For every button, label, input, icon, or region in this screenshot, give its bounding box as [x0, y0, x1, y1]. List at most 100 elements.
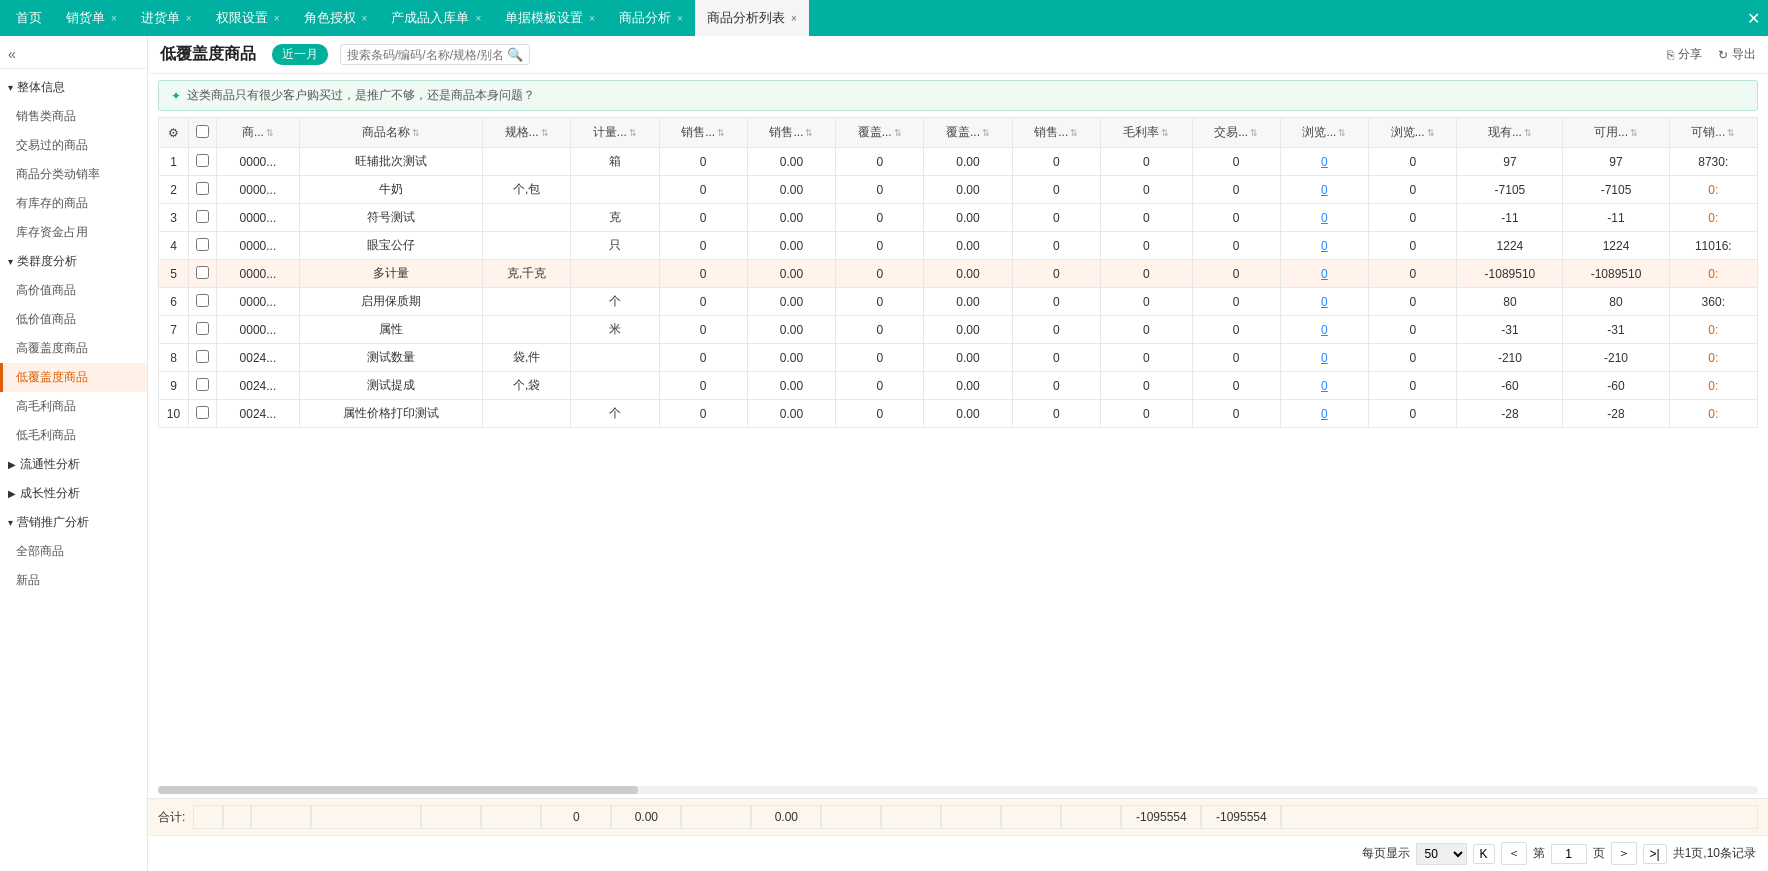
- nav-tab-sales[interactable]: 销货单 ×: [54, 0, 129, 36]
- page-size-select[interactable]: 20 50 100: [1416, 843, 1467, 865]
- browse1-link[interactable]: 0: [1321, 351, 1328, 365]
- col-cover1[interactable]: 覆盖...⇅: [836, 118, 924, 148]
- col-available[interactable]: 可用...⇅: [1563, 118, 1669, 148]
- nav-tab-template[interactable]: 单据模板设置 ×: [493, 0, 607, 36]
- row-browse2: 0: [1369, 344, 1457, 372]
- row-checkbox[interactable]: [196, 266, 209, 279]
- nav-tab-home[interactable]: 首页: [4, 0, 54, 36]
- next-page-button[interactable]: ＞: [1611, 842, 1637, 865]
- col-checkbox-all[interactable]: [189, 118, 217, 148]
- col-sellable[interactable]: 可销...⇅: [1669, 118, 1757, 148]
- table-header-row: ⚙ 商...⇅ 商品名称⇅ 规格...⇅ 计量...⇅ 销售...⇅ 销售...…: [159, 118, 1758, 148]
- sidebar-item-category-rate[interactable]: 商品分类动销率: [0, 160, 147, 189]
- row-checkbox[interactable]: [196, 238, 209, 251]
- browse1-link[interactable]: 0: [1321, 211, 1328, 225]
- browse1-link[interactable]: 0: [1321, 379, 1328, 393]
- browse1-link[interactable]: 0: [1321, 155, 1328, 169]
- search-input[interactable]: [347, 48, 507, 62]
- col-sales1[interactable]: 销售...⇅: [659, 118, 747, 148]
- sidebar-item-traded-goods[interactable]: 交易过的商品: [0, 131, 147, 160]
- row-cover1: 0: [836, 204, 924, 232]
- row-sales3: 0: [1012, 148, 1100, 176]
- sidebar-collapse-button[interactable]: «: [8, 46, 16, 62]
- sidebar-item-low-coverage[interactable]: 低覆盖度商品: [0, 363, 147, 392]
- row-sales2: 0.00: [747, 176, 835, 204]
- row-trade: 0: [1192, 204, 1280, 232]
- close-icon[interactable]: ×: [791, 13, 797, 24]
- row-checkbox[interactable]: [196, 294, 209, 307]
- close-icon[interactable]: ×: [186, 13, 192, 24]
- col-browse2[interactable]: 浏览...⇅: [1369, 118, 1457, 148]
- row-code: 0000...: [217, 316, 300, 344]
- nav-tab-analysis-list[interactable]: 商品分析列表 ×: [695, 0, 809, 36]
- browse1-link[interactable]: 0: [1321, 295, 1328, 309]
- col-trade[interactable]: 交易...⇅: [1192, 118, 1280, 148]
- col-settings[interactable]: ⚙: [159, 118, 189, 148]
- close-icon[interactable]: ×: [677, 13, 683, 24]
- sidebar-item-low-value[interactable]: 低价值商品: [0, 305, 147, 334]
- col-current[interactable]: 现有...⇅: [1457, 118, 1563, 148]
- sidebar-section-circulation[interactable]: ▶ 流通性分析: [0, 450, 147, 479]
- row-checkbox[interactable]: [196, 210, 209, 223]
- export-button[interactable]: ↻ 导出: [1718, 46, 1756, 63]
- sidebar-item-high-value[interactable]: 高价值商品: [0, 276, 147, 305]
- sidebar-item-sales-goods[interactable]: 销售类商品: [0, 102, 147, 131]
- close-all-tabs-button[interactable]: ✕: [1747, 9, 1760, 28]
- row-checkbox[interactable]: [196, 322, 209, 335]
- browse1-link[interactable]: 0: [1321, 323, 1328, 337]
- row-checkbox[interactable]: [196, 406, 209, 419]
- close-icon[interactable]: ×: [589, 13, 595, 24]
- horizontal-scrollbar[interactable]: [158, 786, 1758, 794]
- sidebar-item-high-profit[interactable]: 高毛利商品: [0, 392, 147, 421]
- browse1-link[interactable]: 0: [1321, 183, 1328, 197]
- col-profit-rate[interactable]: 毛利率⇅: [1100, 118, 1192, 148]
- browse1-link[interactable]: 0: [1321, 239, 1328, 253]
- col-spec[interactable]: 规格...⇅: [482, 118, 570, 148]
- prev-page-button[interactable]: ＜: [1501, 842, 1527, 865]
- close-icon[interactable]: ×: [475, 13, 481, 24]
- sidebar-section-overall[interactable]: ▾ 整体信息: [0, 73, 147, 102]
- row-checkbox[interactable]: [196, 378, 209, 391]
- browse1-link[interactable]: 0: [1321, 267, 1328, 281]
- col-sales3[interactable]: 销售...⇅: [1012, 118, 1100, 148]
- col-name[interactable]: 商品名称⇅: [299, 118, 482, 148]
- sidebar-item-stock-capital[interactable]: 库存资金占用: [0, 218, 147, 247]
- col-browse1[interactable]: 浏览...⇅: [1280, 118, 1368, 148]
- share-button[interactable]: ⎘ 分享: [1667, 46, 1702, 63]
- scrollbar-thumb[interactable]: [158, 786, 638, 794]
- row-available: -1089510: [1563, 260, 1669, 288]
- close-icon[interactable]: ×: [111, 13, 117, 24]
- close-icon[interactable]: ×: [274, 13, 280, 24]
- page-number-input[interactable]: [1551, 844, 1587, 864]
- sidebar-section-growth[interactable]: ▶ 成长性分析: [0, 479, 147, 508]
- col-unit[interactable]: 计量...⇅: [571, 118, 659, 148]
- sidebar-item-all-goods[interactable]: 全部商品: [0, 537, 147, 566]
- col-code[interactable]: 商...⇅: [217, 118, 300, 148]
- first-page-button[interactable]: K: [1473, 844, 1495, 864]
- select-all-checkbox[interactable]: [196, 125, 209, 138]
- row-checkbox[interactable]: [196, 350, 209, 363]
- nav-tab-perm[interactable]: 权限设置 ×: [204, 0, 292, 36]
- col-sales2[interactable]: 销售...⇅: [747, 118, 835, 148]
- sidebar-item-high-coverage[interactable]: 高覆盖度商品: [0, 334, 147, 363]
- sidebar-item-new-goods[interactable]: 新品: [0, 566, 147, 595]
- col-cover2[interactable]: 覆盖...⇅: [924, 118, 1012, 148]
- sidebar-section-marketing[interactable]: ▾ 营销推广分析: [0, 508, 147, 537]
- nav-tab-analysis[interactable]: 商品分析 ×: [607, 0, 695, 36]
- browse1-link[interactable]: 0: [1321, 407, 1328, 421]
- sidebar-item-low-profit[interactable]: 低毛利商品: [0, 421, 147, 450]
- close-icon[interactable]: ×: [362, 13, 368, 24]
- filter-tag-recent-month[interactable]: 近一月: [272, 44, 328, 65]
- sidebar-item-stock-goods[interactable]: 有库存的商品: [0, 189, 147, 218]
- last-page-button[interactable]: >|: [1643, 844, 1667, 864]
- chevron-down-icon: ▾: [8, 256, 13, 267]
- row-sales2: 0.00: [747, 204, 835, 232]
- sidebar-section-cluster[interactable]: ▾ 类群度分析: [0, 247, 147, 276]
- nav-tab-product-in[interactable]: 产成品入库单 ×: [379, 0, 493, 36]
- row-profit: 0: [1100, 232, 1192, 260]
- row-checkbox[interactable]: [196, 182, 209, 195]
- nav-tab-purchase[interactable]: 进货单 ×: [129, 0, 204, 36]
- row-checkbox[interactable]: [196, 154, 209, 167]
- nav-tab-role[interactable]: 角色授权 ×: [292, 0, 380, 36]
- row-number: 7: [159, 316, 189, 344]
